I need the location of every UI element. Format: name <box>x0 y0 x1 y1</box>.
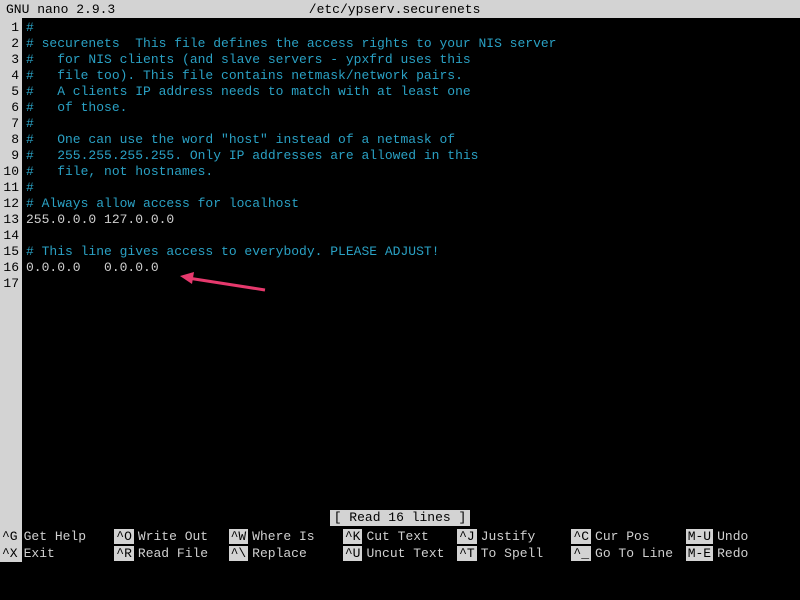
shortcut-label: Write Out <box>138 529 208 544</box>
line-number: 11 <box>0 180 22 196</box>
line-number: 8 <box>0 132 22 148</box>
shortcut-item[interactable]: ^T To Spell <box>457 546 571 561</box>
shortcut-item[interactable]: ^X Exit <box>0 546 114 561</box>
code-line[interactable]: # A clients IP address needs to match wi… <box>26 84 800 100</box>
line-number: 9 <box>0 148 22 164</box>
line-number: 1 <box>0 20 22 36</box>
file-content[interactable]: ## securenets This file defines the acce… <box>22 18 800 562</box>
shortcut-item[interactable]: ^G Get Help <box>0 529 114 544</box>
code-line[interactable]: # One can use the word "host" instead of… <box>26 132 800 148</box>
status-bar: [ Read 16 lines ] <box>0 510 800 526</box>
shortcut-label: Get Help <box>24 529 86 544</box>
line-number: 16 <box>0 260 22 276</box>
shortcut-item[interactable]: ^C Cur Pos <box>571 529 685 544</box>
shortcut-label: Redo <box>717 546 748 561</box>
code-line[interactable]: # securenets This file defines the acces… <box>26 36 800 52</box>
shortcut-key: M-E <box>686 546 713 561</box>
file-path: /etc/ypserv.securenets <box>115 2 674 17</box>
shortcut-label: Exit <box>24 546 55 561</box>
shortcut-label: Where Is <box>252 529 314 544</box>
code-line[interactable]: # file, not hostnames. <box>26 164 800 180</box>
shortcut-item[interactable]: M-U Undo <box>686 529 800 544</box>
code-line[interactable]: # This line gives access to everybody. P… <box>26 244 800 260</box>
shortcut-label: Undo <box>717 529 748 544</box>
line-number: 10 <box>0 164 22 180</box>
line-number: 3 <box>0 52 22 68</box>
shortcut-item[interactable]: ^O Write Out <box>114 529 228 544</box>
code-line[interactable]: # file too). This file contains netmask/… <box>26 68 800 84</box>
shortcut-item[interactable]: ^_ Go To Line <box>571 546 685 561</box>
line-number: 15 <box>0 244 22 260</box>
shortcut-key: ^X <box>0 546 20 561</box>
shortcut-key: M-U <box>686 529 713 544</box>
code-line[interactable] <box>26 276 800 292</box>
shortcut-item[interactable]: ^UUncut Text <box>343 546 457 561</box>
shortcut-item[interactable]: M-E Redo <box>686 546 800 561</box>
app-name: GNU nano 2.9.3 <box>6 2 115 17</box>
shortcut-key: ^\ <box>229 546 249 561</box>
shortcut-key: ^G <box>0 529 20 544</box>
shortcut-label: Go To Line <box>595 546 673 561</box>
code-line[interactable]: # <box>26 116 800 132</box>
shortcut-key: ^T <box>457 546 477 561</box>
shortcut-label: Read File <box>138 546 208 561</box>
line-number: 12 <box>0 196 22 212</box>
line-number-gutter: 1234567891011121314151617 <box>0 18 22 562</box>
title-bar: GNU nano 2.9.3 /etc/ypserv.securenets <box>0 0 800 18</box>
code-line[interactable]: # of those. <box>26 100 800 116</box>
shortcut-item[interactable]: ^KCut Text <box>343 529 457 544</box>
shortcut-item[interactable]: ^\Replace <box>229 546 343 561</box>
shortcut-label: Uncut Text <box>366 546 444 561</box>
code-line[interactable]: # for NIS clients (and slave servers - y… <box>26 52 800 68</box>
line-number: 14 <box>0 228 22 244</box>
line-number: 17 <box>0 276 22 292</box>
shortcut-key: ^C <box>571 529 591 544</box>
code-line[interactable]: # <box>26 180 800 196</box>
shortcut-key: ^U <box>343 546 363 561</box>
shortcut-label: Cut Text <box>366 529 428 544</box>
line-number: 13 <box>0 212 22 228</box>
shortcut-key: ^O <box>114 529 134 544</box>
shortcut-label: Replace <box>252 546 307 561</box>
shortcut-item[interactable]: ^WWhere Is <box>229 529 343 544</box>
code-line[interactable] <box>26 228 800 244</box>
shortcut-key: ^_ <box>571 546 591 561</box>
shortcut-item[interactable]: ^R Read File <box>114 546 228 561</box>
code-line[interactable]: # 255.255.255.255. Only IP addresses are… <box>26 148 800 164</box>
line-number: 6 <box>0 100 22 116</box>
code-line[interactable]: 255.0.0.0 127.0.0.0 <box>26 212 800 228</box>
code-line[interactable]: # Always allow access for localhost <box>26 196 800 212</box>
code-line[interactable]: # <box>26 20 800 36</box>
shortcut-key: ^K <box>343 529 363 544</box>
shortcut-key: ^R <box>114 546 134 561</box>
shortcut-label: Cur Pos <box>595 529 650 544</box>
shortcut-label: Justify <box>481 529 536 544</box>
status-text: [ Read 16 lines ] <box>330 510 471 526</box>
line-number: 2 <box>0 36 22 52</box>
editor-area[interactable]: 1234567891011121314151617 ## securenets … <box>0 18 800 562</box>
shortcut-label: To Spell <box>481 546 543 561</box>
line-number: 7 <box>0 116 22 132</box>
line-number: 4 <box>0 68 22 84</box>
line-number: 5 <box>0 84 22 100</box>
shortcut-key: ^J <box>457 529 477 544</box>
shortcut-key: ^W <box>229 529 249 544</box>
shortcut-item[interactable]: ^J Justify <box>457 529 571 544</box>
code-line[interactable]: 0.0.0.0 0.0.0.0 <box>26 260 800 276</box>
shortcut-bar: ^GGet Help^OWrite Out^WWhere Is^KCut Tex… <box>0 528 800 562</box>
